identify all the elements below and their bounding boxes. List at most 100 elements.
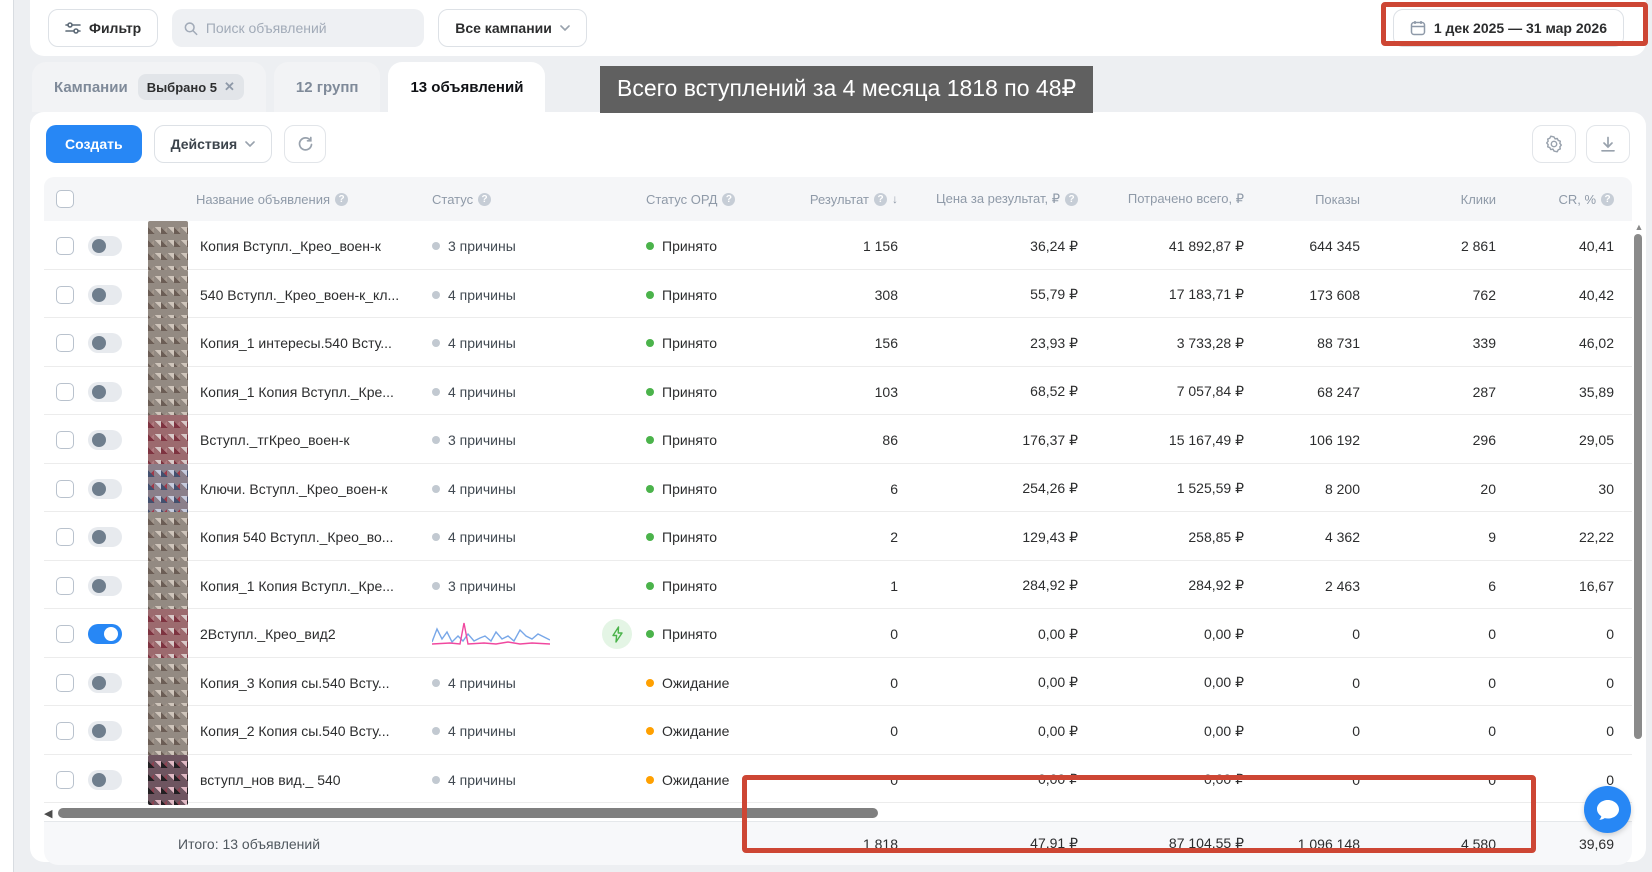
row-checkbox[interactable]	[56, 334, 74, 352]
ad-name[interactable]: 540 Вступл._Крео_воен-к_кл...	[200, 287, 432, 303]
cell-spent: 41 892,87 ₽	[1168, 237, 1244, 254]
col-price[interactable]: Цена за результат, ₽?	[902, 191, 1082, 207]
ad-status[interactable]	[432, 619, 646, 649]
help-icon[interactable]: ?	[335, 192, 349, 206]
row-checkbox[interactable]	[56, 431, 74, 449]
row-checkbox[interactable]	[56, 382, 74, 401]
ad-name[interactable]: вступл_нов вид._ 540	[200, 772, 432, 788]
filter-button[interactable]: Фильтр	[48, 9, 159, 47]
vertical-scrollbar[interactable]: ▲	[1634, 222, 1644, 777]
ad-status[interactable]: 3 причины	[432, 578, 646, 594]
boost-lightning-icon[interactable]	[602, 619, 632, 649]
column-settings-button[interactable]	[1532, 125, 1576, 163]
cell-clicks: 6	[1488, 577, 1496, 594]
hscroll-thumb[interactable]	[58, 808, 878, 818]
row-checkbox[interactable]	[56, 237, 74, 255]
scroll-up-icon[interactable]: ▲	[1634, 222, 1644, 232]
ad-status[interactable]: 4 причины	[432, 675, 646, 691]
ad-name[interactable]: Копия Вступл._Крео_воен-к	[200, 238, 432, 254]
selected-filter-badge[interactable]: Выбрано 5 ✕	[137, 74, 244, 100]
row-checkbox[interactable]	[56, 528, 74, 546]
ad-status[interactable]: 4 причины	[432, 723, 646, 739]
help-icon[interactable]: ?	[478, 192, 492, 206]
row-checkbox[interactable]	[56, 625, 74, 643]
ad-status[interactable]: 3 причины	[432, 432, 646, 448]
ad-enable-toggle[interactable]	[88, 527, 122, 547]
tab-campaigns[interactable]: Кампании Выбрано 5 ✕	[32, 62, 266, 112]
row-checkbox[interactable]	[56, 576, 74, 595]
ad-status[interactable]: 4 причины	[432, 335, 646, 351]
actions-dropdown[interactable]: Действия	[153, 125, 273, 163]
ad-enable-toggle[interactable]	[88, 381, 122, 402]
cell-price: 0,00 ₽	[1037, 722, 1078, 739]
create-button[interactable]: Создать	[46, 125, 142, 163]
refresh-button[interactable]	[284, 125, 327, 163]
ad-status[interactable]: 4 причины	[432, 384, 646, 400]
cell-spent: 0,00 ₽	[1203, 722, 1244, 739]
horizontal-scrollbar[interactable]: ◀	[44, 805, 1632, 821]
ad-name[interactable]: Вступл._тгКрео_воен-к	[200, 432, 432, 448]
scroll-left-icon[interactable]: ◀	[44, 807, 58, 820]
row-checkbox[interactable]	[56, 479, 74, 498]
ad-name[interactable]: Копия_3 Копия сы.540 Всту...	[200, 675, 432, 691]
ad-name[interactable]: Ключи. Вступл._Крео_воен-к	[200, 481, 432, 497]
ad-name[interactable]: Копия_1 интересы.540 Всту...	[200, 335, 432, 351]
ad-enable-toggle[interactable]	[88, 575, 122, 596]
row-checkbox[interactable]	[56, 770, 74, 789]
vscroll-thumb[interactable]	[1634, 234, 1642, 739]
ad-enable-toggle[interactable]	[88, 430, 122, 450]
help-icon[interactable]: ?	[874, 192, 887, 206]
col-status[interactable]: Статус?	[432, 192, 646, 207]
refresh-icon	[298, 136, 312, 151]
cell-shows: 173 608	[1309, 286, 1360, 303]
ad-enable-toggle[interactable]	[88, 624, 122, 644]
row-checkbox[interactable]	[56, 722, 74, 740]
ad-name[interactable]: Копия 540 Вступл._Крео_во...	[200, 529, 432, 545]
support-chat-button[interactable]	[1584, 786, 1631, 833]
ad-enable-toggle[interactable]	[88, 672, 122, 693]
col-cr[interactable]: CR, %?	[1500, 192, 1618, 207]
ad-status[interactable]: 4 причины	[432, 287, 646, 303]
ad-status[interactable]: 4 причины	[432, 529, 646, 545]
all-campaigns-dropdown[interactable]: Все кампании	[438, 9, 587, 47]
col-name[interactable]: Название объявления?	[148, 192, 432, 207]
ad-enable-toggle[interactable]	[88, 721, 122, 741]
col-ord[interactable]: Статус ОРД?	[646, 192, 796, 207]
ad-enable-toggle[interactable]	[88, 478, 122, 499]
row-checkbox[interactable]	[56, 673, 74, 692]
cell-clicks: 0	[1488, 723, 1496, 739]
col-spent[interactable]: Потрачено всего, ₽	[1082, 191, 1248, 207]
col-result[interactable]: Результат? ↓	[796, 192, 902, 207]
ad-status[interactable]: 4 причины	[432, 772, 646, 788]
total-price: 47,91 ₽	[1030, 835, 1078, 851]
ad-enable-toggle[interactable]	[88, 333, 122, 353]
cell-cr: 0	[1606, 771, 1614, 788]
cell-result: 2	[890, 529, 898, 545]
sort-desc-icon[interactable]: ↓	[892, 192, 898, 206]
ad-name[interactable]: Копия_1 Копия Вступл._Кре...	[200, 578, 432, 594]
search-input[interactable]	[205, 20, 413, 36]
export-button[interactable]	[1586, 125, 1630, 163]
date-range-button[interactable]: 1 дек 2025 — 31 мар 2026	[1392, 9, 1624, 47]
ad-enable-toggle[interactable]	[88, 236, 122, 256]
ad-enable-toggle[interactable]	[88, 769, 122, 790]
help-icon[interactable]: ?	[722, 192, 736, 206]
ad-status[interactable]: 3 причины	[432, 238, 646, 254]
search-box[interactable]	[172, 9, 425, 47]
col-shows[interactable]: Показы	[1248, 192, 1364, 207]
ad-name[interactable]: Копия_1 Копия Вступл._Кре...	[200, 384, 432, 400]
ad-ord-status: Принято	[646, 238, 796, 254]
ad-name[interactable]: 2Вступл._Крео_вид2	[200, 626, 432, 642]
tab-ads[interactable]: 13 объявлений	[388, 62, 546, 112]
col-clicks[interactable]: Клики	[1364, 192, 1500, 207]
help-icon[interactable]: ?	[1065, 192, 1078, 206]
row-checkbox[interactable]	[56, 285, 74, 304]
tab-groups[interactable]: 12 групп	[273, 62, 381, 112]
select-all-checkbox[interactable]	[56, 190, 74, 208]
cell-price: 0,00 ₽	[1037, 625, 1078, 642]
help-icon[interactable]: ?	[1601, 192, 1614, 206]
ad-enable-toggle[interactable]	[88, 284, 122, 305]
ad-status[interactable]: 4 причины	[432, 481, 646, 497]
ad-name[interactable]: Копия_2 Копия сы.540 Всту...	[200, 723, 432, 739]
clear-selection-icon[interactable]: ✕	[224, 79, 235, 95]
